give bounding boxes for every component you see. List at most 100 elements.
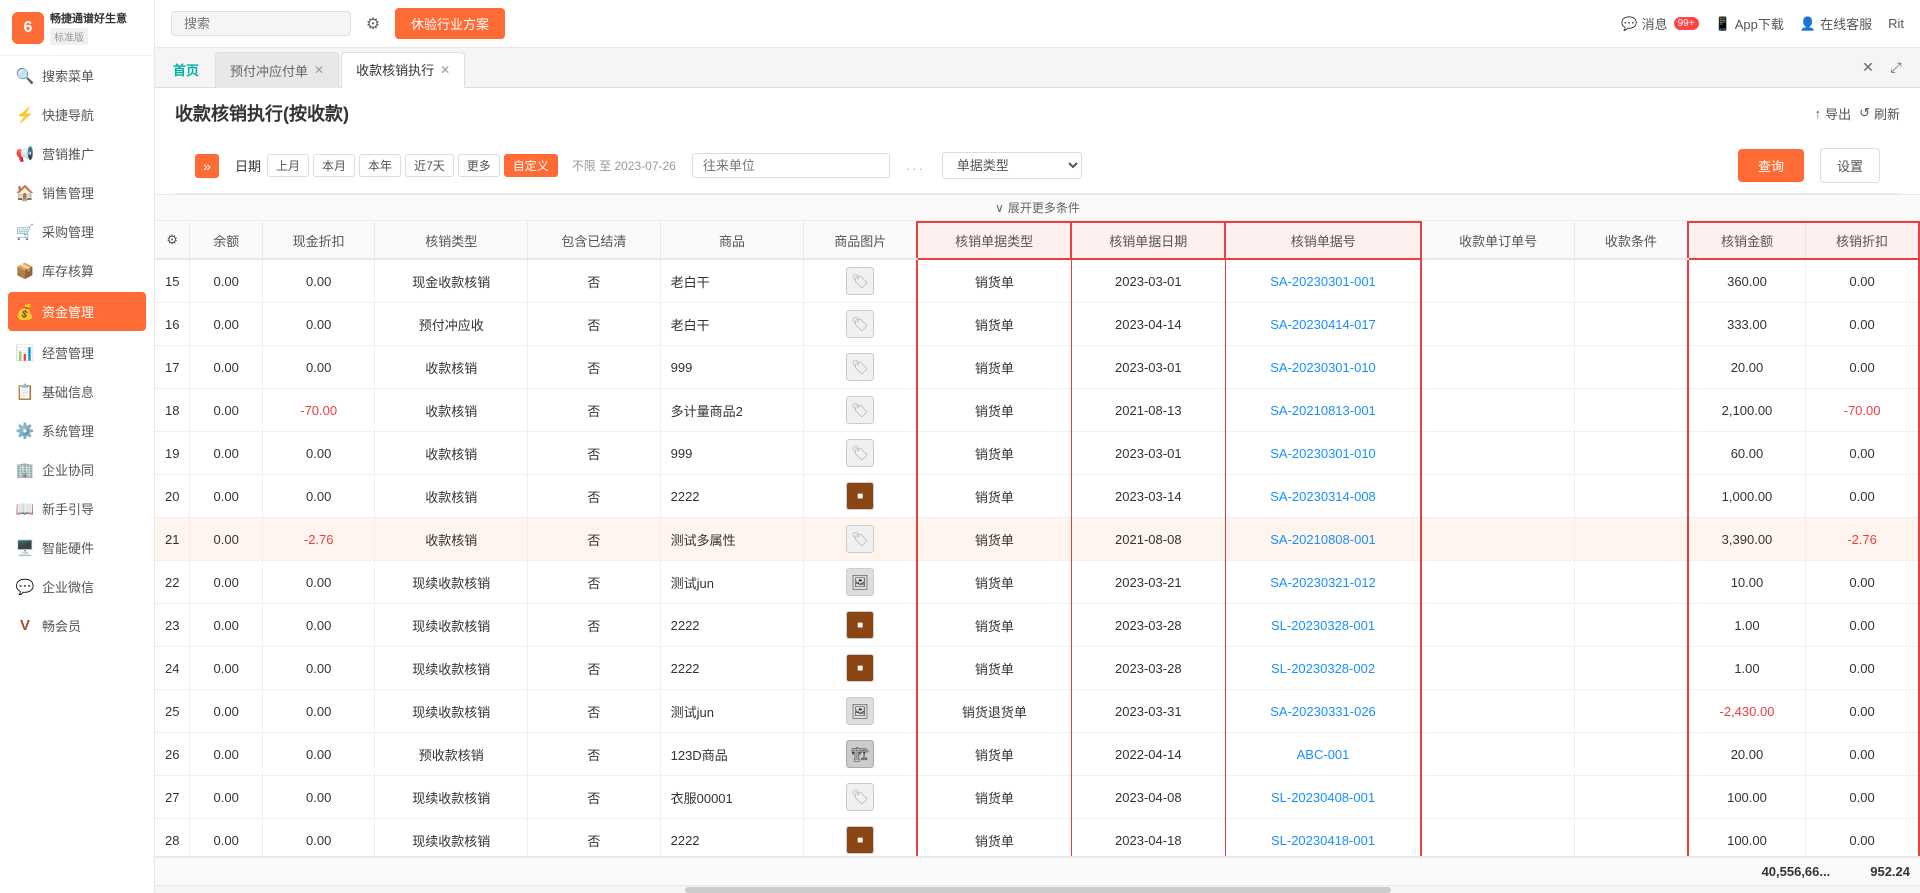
cell-goods-img: 🖼 xyxy=(804,561,917,604)
col-cash-discount-header: 现金折扣 xyxy=(262,222,375,259)
cell-cash-discount: 0.00 xyxy=(262,690,375,733)
cell-verify-no[interactable]: SA-20210813-001 xyxy=(1225,389,1421,432)
sidebar-item-wechat[interactable]: 💬 企业微信 xyxy=(0,567,154,606)
page-title: 收款核销执行(按收款) xyxy=(175,100,349,126)
sidebar-item-operation[interactable]: 📊 经营管理 xyxy=(0,333,154,372)
col-settings-header[interactable]: ⚙ xyxy=(155,222,190,259)
cell-verify-no[interactable]: SA-20230321-012 xyxy=(1225,561,1421,604)
more-date-btn[interactable]: 更多 xyxy=(458,154,500,177)
cell-include-cleared: 否 xyxy=(528,475,661,518)
table-footer: 40,556,66... 952.24 xyxy=(155,856,1920,885)
cell-verify-no[interactable]: SA-20230301-010 xyxy=(1225,346,1421,389)
refresh-button[interactable]: ↺ 刷新 xyxy=(1859,104,1900,123)
sidebar-item-basic[interactable]: 📋 基础信息 xyxy=(0,372,154,411)
cell-verify-no[interactable]: SA-20230301-001 xyxy=(1225,259,1421,303)
custom-date-btn[interactable]: 自定义 xyxy=(504,154,558,177)
this-month-btn[interactable]: 本月 xyxy=(313,154,355,177)
filter-bar: » 日期 上月 本月 本年 近7天 更多 自定义 不限 至 2023-07-26 xyxy=(175,138,1900,194)
cell-include-cleared: 否 xyxy=(528,561,661,604)
cell-verify-no[interactable]: SL-20230328-001 xyxy=(1225,604,1421,647)
system-icon: ⚙️ xyxy=(16,422,34,440)
cell-cash-discount: 0.00 xyxy=(262,432,375,475)
online-service-button[interactable]: 👤 在线客服 xyxy=(1800,14,1872,33)
cell-include-cleared: 否 xyxy=(528,303,661,346)
cell-verify-doc-type: 销货单 xyxy=(917,518,1071,561)
sidebar-item-sales[interactable]: 🏠 销售管理 xyxy=(0,173,154,212)
tab-verify-close[interactable]: ✕ xyxy=(440,63,450,77)
cell-receipt-order-no xyxy=(1421,346,1574,389)
message-button[interactable]: 💬 消息 99+ xyxy=(1621,14,1698,33)
sidebar-logo: 6 畅捷通谱好生意 标准版 xyxy=(0,0,154,56)
horizontal-scrollbar[interactable] xyxy=(155,885,1920,893)
tab-prepay[interactable]: 预付冲应付单 ✕ xyxy=(215,52,339,88)
cell-cash-discount: 0.00 xyxy=(262,604,375,647)
cell-balance: 0.00 xyxy=(190,346,262,389)
message-icon: 💬 xyxy=(1621,16,1637,32)
cell-verify-no[interactable]: SA-20230314-008 xyxy=(1225,475,1421,518)
cell-goods: 老白干 xyxy=(660,259,804,303)
refresh-icon: ↺ xyxy=(1859,105,1870,121)
scrollbar-thumb[interactable] xyxy=(685,887,1391,893)
cell-verify-no[interactable]: SA-20210808-001 xyxy=(1225,518,1421,561)
cell-verify-no[interactable]: SA-20230301-010 xyxy=(1225,432,1421,475)
cell-verify-no[interactable]: SL-20230328-002 xyxy=(1225,647,1421,690)
app-download-button[interactable]: 📱 App下载 xyxy=(1715,14,1784,33)
sidebar-item-purchase[interactable]: 🛒 采购管理 xyxy=(0,212,154,251)
main-content: ⚙ 休验行业方案 💬 消息 99+ 📱 App下载 👤 在线客服 Rit 首页 xyxy=(155,0,1920,893)
sidebar-item-hardware[interactable]: 🖥️ 智能硬件 xyxy=(0,528,154,567)
cell-verify-no[interactable]: SA-20230331-026 xyxy=(1225,690,1421,733)
cell-receipt-condition xyxy=(1575,690,1688,733)
page-header: 收款核销执行(按收款) ↑ 导出 ↺ 刷新 » 日期 xyxy=(155,88,1920,195)
cell-cash-discount: 0.00 xyxy=(262,819,375,857)
sidebar-item-marketing[interactable]: 📢 营销推广 xyxy=(0,134,154,173)
cell-verify-no[interactable]: ABC-001 xyxy=(1225,733,1421,776)
export-button[interactable]: ↑ 导出 xyxy=(1815,104,1852,123)
user-name[interactable]: Rit xyxy=(1888,16,1904,31)
this-year-btn[interactable]: 本年 xyxy=(359,154,401,177)
table-row: 27 0.00 0.00 现续收款核销 否 衣服00001 🏷 销货单 2023… xyxy=(155,776,1919,819)
tab-close-all-button[interactable]: ✕ xyxy=(1856,56,1880,80)
sidebar-item-finance[interactable]: 💰 资金管理 xyxy=(8,292,146,331)
cell-verify-doc-type: 销货单 xyxy=(917,604,1071,647)
sidebar-item-guide[interactable]: 📖 新手引导 xyxy=(0,489,154,528)
tab-restore-button[interactable]: ⤢ xyxy=(1884,56,1908,80)
tab-home[interactable]: 首页 xyxy=(159,52,213,88)
sidebar-item-quick[interactable]: ⚡ 快捷导航 xyxy=(0,95,154,134)
cell-goods: 测试多属性 xyxy=(660,518,804,561)
cell-cash-discount: 0.00 xyxy=(262,647,375,690)
sidebar-item-enterprise[interactable]: 🏢 企业协同 xyxy=(0,450,154,489)
cell-verify-date: 2023-03-14 xyxy=(1071,475,1225,518)
tab-prepay-close[interactable]: ✕ xyxy=(314,63,324,77)
doc-type-select[interactable]: 单据类型 xyxy=(942,152,1082,179)
cell-verify-no[interactable]: SA-20230414-017 xyxy=(1225,303,1421,346)
filter-toggle-button[interactable]: » xyxy=(195,154,219,178)
industry-solution-button[interactable]: 休验行业方案 xyxy=(395,8,505,39)
sidebar-label-quick: 快捷导航 xyxy=(42,105,94,124)
cell-cash-discount: 0.00 xyxy=(262,346,375,389)
topbar-left: ⚙ 休验行业方案 xyxy=(171,8,1609,39)
sidebar-item-system[interactable]: ⚙️ 系统管理 xyxy=(0,411,154,450)
cell-cash-discount: 0.00 xyxy=(262,561,375,604)
cell-goods-img: ■ xyxy=(804,475,917,518)
query-button[interactable]: 查询 xyxy=(1738,149,1804,182)
settings-gear-icon[interactable]: ⚙ xyxy=(359,10,387,38)
topbar-search-input[interactable] xyxy=(171,11,351,36)
tab-verify[interactable]: 收款核销执行 ✕ xyxy=(341,52,465,88)
table-body: 15 0.00 0.00 现金收款核销 否 老白干 🏷 销货单 2023-03-… xyxy=(155,259,1919,856)
last-month-btn[interactable]: 上月 xyxy=(267,154,309,177)
cell-id: 20 xyxy=(155,475,190,518)
cell-verify-no[interactable]: SL-20230408-001 xyxy=(1225,776,1421,819)
cell-receipt-order-no xyxy=(1421,776,1574,819)
cell-verify-no[interactable]: SL-20230418-001 xyxy=(1225,819,1421,857)
last-7days-btn[interactable]: 近7天 xyxy=(405,154,454,177)
sidebar-item-inventory[interactable]: 📦 库存核算 xyxy=(0,251,154,290)
sidebar-item-member[interactable]: V 畅会员 xyxy=(0,606,154,645)
cell-verify-date: 2023-03-28 xyxy=(1071,647,1225,690)
sidebar-item-search[interactable]: 🔍 搜索菜单 xyxy=(0,56,154,95)
cell-goods-img: 🏷 xyxy=(804,303,917,346)
expand-more-button[interactable]: ∨ 展开更多条件 xyxy=(995,199,1080,216)
filter-dots: ... xyxy=(906,158,926,173)
cell-verify-amount: 10.00 xyxy=(1688,561,1806,604)
settings-button[interactable]: 设置 xyxy=(1820,148,1880,183)
from-unit-input[interactable] xyxy=(692,153,890,178)
